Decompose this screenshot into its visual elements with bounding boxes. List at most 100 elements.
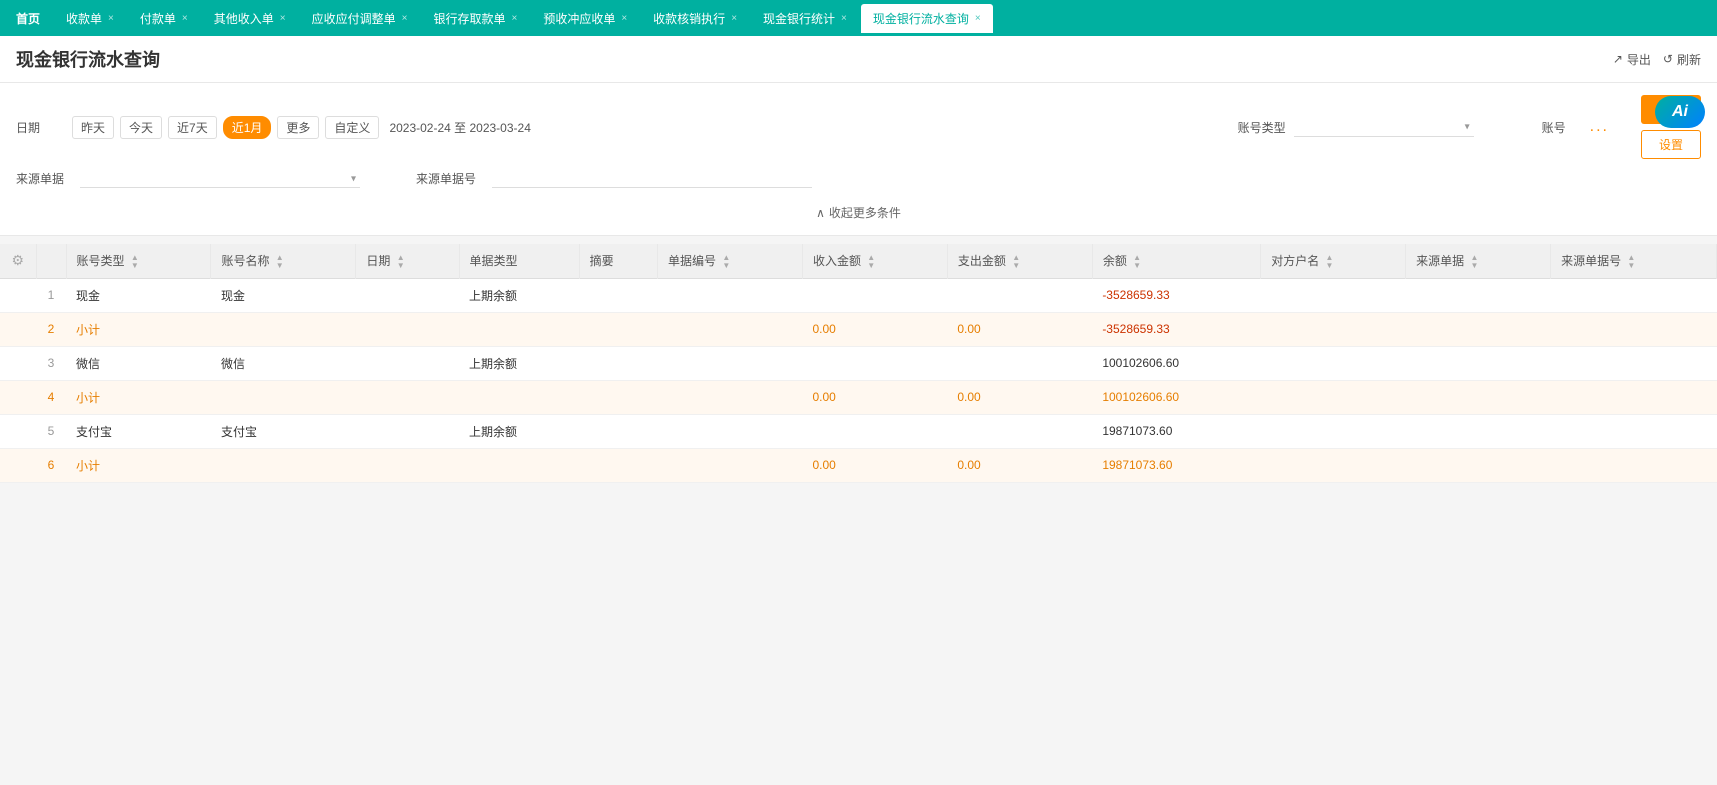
row-account-name: 支付宝 [211,414,356,448]
row-account-name [211,312,356,346]
date-1month[interactable]: 近1月 [223,116,272,139]
col-source-doc-no[interactable]: 来源单据号 ▲▼ [1551,244,1717,278]
nav-tab-prepay-offset[interactable]: 预收冲应收单 × [531,4,639,33]
row-gear [0,414,36,448]
table-row: 2 小计 0.00 0.00 -3528659.33 [0,312,1717,346]
table-body: 1 现金 现金 上期余额 -3528659.33 2 小计 0.00 0.00 … [0,278,1717,482]
col-account-type[interactable]: 账号类型 ▲▼ [66,244,211,278]
col-gear[interactable]: ⚙ [0,244,36,278]
sort-arrows: ▲▼ [276,254,284,270]
date-yesterday[interactable]: 昨天 [72,116,114,139]
row-account-type: 微信 [66,346,211,380]
data-table: ⚙ 账号类型 ▲▼ 账号名称 ▲▼ 日期 ▲▼ 单据类型 [0,244,1717,483]
row-account-type: 小计 [66,312,211,346]
col-expense[interactable]: 支出金额 ▲▼ [947,244,1092,278]
nav-tab-other-income[interactable]: 其他收入单 × [202,4,298,33]
close-icon[interactable]: × [108,13,114,24]
row-index: 2 [36,312,66,346]
row-counterpart [1261,278,1406,312]
account-type-select-wrapper [1294,118,1474,137]
date-options: 昨天 今天 近7天 近1月 更多 自定义 2023-02-24 至 2023-0… [72,116,531,139]
date-custom[interactable]: 自定义 [325,116,379,139]
row-summary [579,346,657,380]
close-icon[interactable]: × [731,13,737,24]
chevron-up-icon: ∧ [816,206,825,220]
nav-tab-ar-ap-adjust[interactable]: 应收应付调整单 × [300,4,420,33]
close-icon[interactable]: × [280,13,286,24]
source-doc-select[interactable] [80,169,360,188]
collapse-bar[interactable]: ∧ 收起更多条件 [16,198,1701,223]
date-more[interactable]: 更多 [277,116,319,139]
row-account-type: 小计 [66,380,211,414]
row-source-doc-no [1551,448,1717,482]
source-doc-no-label: 来源单据号 [416,170,476,187]
row-balance: 100102606.60 [1092,380,1260,414]
row-income [802,346,947,380]
row-balance: 19871073.60 [1092,414,1260,448]
row-doc-no [658,448,803,482]
settings-button[interactable]: 设置 [1641,130,1701,159]
row-summary [579,278,657,312]
row-expense: 0.00 [947,448,1092,482]
row-account-type: 支付宝 [66,414,211,448]
row-index: 5 [36,414,66,448]
account-dots-button[interactable]: ... [1590,118,1609,136]
col-doc-no[interactable]: 单据编号 ▲▼ [658,244,803,278]
close-icon[interactable]: × [975,13,981,24]
nav-tab-payments[interactable]: 付款单 × [128,4,200,33]
nav-tab-cash-bank-flow[interactable]: 现金银行流水查询 × [861,4,993,33]
account-type-label: 账号类型 [1238,119,1286,136]
col-balance[interactable]: 余额 ▲▼ [1092,244,1260,278]
row-index: 3 [36,346,66,380]
row-account-name [211,448,356,482]
row-index: 4 [36,380,66,414]
nav-tab-bank-deposit[interactable]: 银行存取款单 × [421,4,529,33]
close-icon[interactable]: × [402,13,408,24]
gear-icon[interactable]: ⚙ [11,252,24,268]
source-doc-no-input[interactable] [492,169,812,188]
row-date [356,312,459,346]
row-income: 0.00 [802,380,947,414]
date-today[interactable]: 今天 [120,116,162,139]
nav-tab-cash-bank-stats[interactable]: 现金银行统计 × [751,4,859,33]
ai-badge[interactable]: Ai [1655,96,1705,128]
row-source-doc [1406,380,1551,414]
close-icon[interactable]: × [511,13,517,24]
row-gear [0,448,36,482]
row-date [356,380,459,414]
close-icon[interactable]: × [841,13,847,24]
row-doc-type [459,312,579,346]
refresh-button[interactable]: ↺ 刷新 [1663,51,1701,68]
col-account-name[interactable]: 账号名称 ▲▼ [211,244,356,278]
col-counterpart[interactable]: 对方户名 ▲▼ [1261,244,1406,278]
date-label: 日期 [16,119,56,136]
col-date[interactable]: 日期 ▲▼ [356,244,459,278]
col-doc-type: 单据类型 [459,244,579,278]
row-income: 0.00 [802,312,947,346]
col-income[interactable]: 收入金额 ▲▼ [802,244,947,278]
page-title: 现金银行流水查询 [16,46,160,72]
table-row: 3 微信 微信 上期余额 100102606.60 [0,346,1717,380]
close-icon[interactable]: × [182,13,188,24]
export-button[interactable]: ↗ 导出 [1613,51,1651,68]
row-doc-no [658,346,803,380]
row-account-type: 小计 [66,448,211,482]
sort-arrows: ▲▼ [1627,254,1635,270]
table-header-row: ⚙ 账号类型 ▲▼ 账号名称 ▲▼ 日期 ▲▼ 单据类型 [0,244,1717,278]
date-7days[interactable]: 近7天 [168,116,217,139]
account-type-select[interactable] [1294,118,1474,137]
row-doc-no [658,380,803,414]
col-source-doc[interactable]: 来源单据 ▲▼ [1406,244,1551,278]
row-summary [579,448,657,482]
nav-home[interactable]: 首页 [4,4,52,33]
table-row: 6 小计 0.00 0.00 19871073.60 [0,448,1717,482]
nav-tab-receipt-verify[interactable]: 收款核销执行 × [641,4,749,33]
table-row: 4 小计 0.00 0.00 100102606.60 [0,380,1717,414]
row-source-doc-no [1551,346,1717,380]
row-account-type: 现金 [66,278,211,312]
close-icon[interactable]: × [621,13,627,24]
nav-tab-receipts[interactable]: 收款单 × [54,4,126,33]
row-date [356,278,459,312]
filter-row-source: 来源单据 来源单据号 [16,169,1701,188]
page-header: 现金银行流水查询 ↗ 导出 ↺ 刷新 [0,36,1717,83]
